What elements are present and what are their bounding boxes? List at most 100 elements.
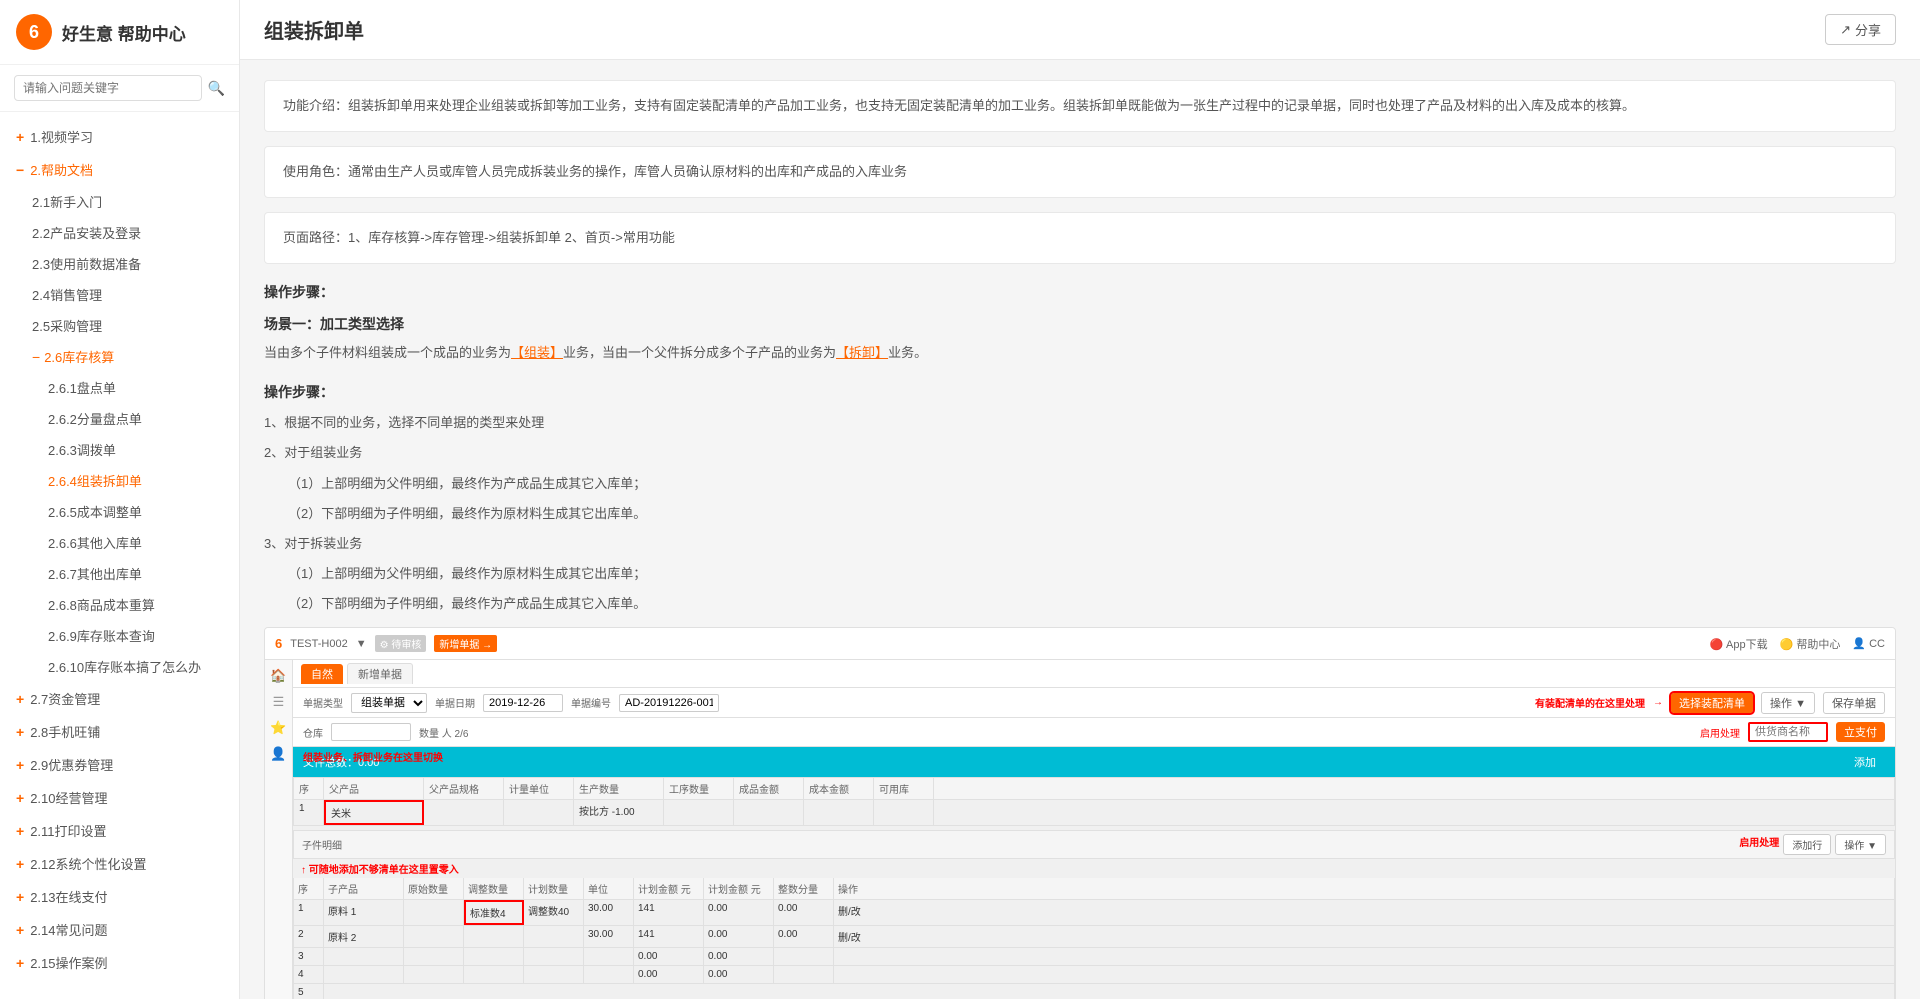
sidebar-item-264[interactable]: 2.6.4组装拆卸单 (0, 465, 239, 496)
search-input[interactable] (14, 75, 202, 101)
mock-new-doc-btn[interactable]: 新增单据 → (434, 635, 497, 652)
ops-title: 操作步骤： (264, 282, 1896, 302)
sidebar-item-262[interactable]: 2.6.2分量盘点单 (0, 403, 239, 434)
mock-cr3-seq: 3 (294, 948, 324, 965)
mock-parent-title: 父件总数：0.00 (303, 754, 379, 770)
annotation-enable2: 启用处理 (1739, 834, 1779, 855)
path-box: 页面路径：1、库存核算->库存管理->组装拆卸单 2、首页->常用功能 (264, 212, 1896, 264)
mock-col-parent: 父产品 (324, 778, 424, 799)
sidebar-item-docs[interactable]: − 2.帮助文档 (0, 153, 239, 186)
sidebar-item-video-label: 1.视频学习 (30, 127, 93, 146)
search-button[interactable]: 🔍 (208, 80, 225, 97)
mock-cc-product: 子产品 (324, 878, 404, 899)
step-3: 3、对于拆装业务 (264, 533, 1896, 555)
mock-supplier-input[interactable] (1748, 722, 1828, 742)
mock-child-ops-btn[interactable]: 操作 ▼ (1835, 834, 1886, 855)
mock-start-btn[interactable]: 立支付 (1836, 722, 1885, 742)
sidebar-item-268[interactable]: 2.6.8商品成本重算 (0, 589, 239, 620)
mock-child-title: 子件明细 (302, 837, 342, 852)
mock-warehouse-label: 仓库 (303, 725, 323, 740)
sidebar-item-case[interactable]: + 2.15操作案例 (0, 946, 239, 979)
mock-more-btn[interactable]: 操作 ▼ (1761, 692, 1815, 714)
page-title: 组装拆卸单 (264, 15, 364, 44)
sidebar-item-sales[interactable]: 2.4销售管理 (0, 279, 239, 310)
sidebar-item-263[interactable]: 2.6.3调拨单 (0, 434, 239, 465)
mock-icon-star: ⭐ (270, 720, 286, 736)
sidebar-item-install[interactable]: 2.2产品安装及登录 (0, 217, 239, 248)
sidebar-item-2610[interactable]: 2.6.10库存账本搞了怎么办 (0, 651, 239, 682)
mock-row-product: 关米 (324, 800, 424, 825)
mock-row-prod-amt (734, 800, 804, 825)
sidebar-item-finance[interactable]: + 2.7资金管理 (0, 682, 239, 715)
sidebar-item-ops[interactable]: + 2.10经营管理 (0, 781, 239, 814)
mock-cr2-adj-qty (464, 926, 524, 947)
link-assembly[interactable]: 【组装】 (511, 345, 563, 360)
mock-nav-apps: 🔴 App下载 (1710, 636, 1768, 652)
mock-cr1-ops: 删/改 (834, 900, 884, 925)
sidebar-item-print[interactable]: + 2.11打印设置 (0, 814, 239, 847)
nav-list: + 1.视频学习 − 2.帮助文档 2.1新手入门 2.2产品安装及登录 2.3… (0, 112, 239, 999)
mock-docno-input[interactable] (619, 694, 719, 712)
mock-row-prod-qty: 按比方 -1.00 (574, 800, 664, 825)
mock-add-parent-btn[interactable]: 添加 (1845, 751, 1885, 773)
sidebar-item-purchase[interactable]: 2.5采购管理 (0, 310, 239, 341)
mock-col-unit: 计量单位 (504, 778, 574, 799)
minus-icon-docs: − (16, 162, 24, 178)
sidebar-item-data[interactable]: 2.3使用前数据准备 (0, 248, 239, 279)
mock-cr2-plan-qty (524, 926, 584, 947)
logo-icon: 6 (16, 14, 52, 50)
mock-warehouse-input[interactable] (331, 723, 411, 741)
link-disassembly[interactable]: 【拆卸】 (836, 345, 888, 360)
annotation-enable: 启用处理 (1700, 725, 1740, 740)
sidebar-item-mobile[interactable]: + 2.8手机旺铺 (0, 715, 239, 748)
role-box: 使用角色：通常由生产人员或库管人员完成拆装业务的操作，库管人员确认原材料的出库和… (264, 146, 1896, 198)
mock-tab-active[interactable]: 自然 (301, 664, 343, 684)
mock-qty-label: 数量 人 2/6 (419, 725, 468, 740)
mock-doctype-select[interactable]: 组装单据 拆卸单据 (351, 693, 427, 713)
sidebar-item-261[interactable]: 2.6.1盘点单 (0, 372, 239, 403)
mock-child-row2: 2 原料 2 30.00 141 0.00 0.00 删/改 (293, 926, 1895, 948)
mock-save-btn[interactable]: 保存单据 (1823, 692, 1885, 714)
mock-row-cost-amt (804, 800, 874, 825)
sidebar-item-inventory[interactable]: − 2.6库存核算 (0, 341, 239, 372)
mock-cr2-plan-amt2: 0.00 (704, 926, 774, 947)
sidebar-item-newbie[interactable]: 2.1新手入门 (0, 186, 239, 217)
sidebar-item-video[interactable]: + 1.视频学习 (0, 120, 239, 153)
sidebar-item-custom[interactable]: + 2.12系统个性化设置 (0, 847, 239, 880)
sidebar-item-pay[interactable]: + 2.13在线支付 (0, 880, 239, 913)
sidebar-item-faq[interactable]: + 2.14常见问题 (0, 913, 239, 946)
logo-text: 好生意 帮助中心 (62, 20, 186, 45)
mock-date-input[interactable] (483, 694, 563, 712)
mock-app-dropdown: ▼ (356, 638, 367, 650)
mock-cc-plan-amt1: 计划金额 元 (634, 878, 704, 899)
mock-left-sidebar: 🏠 ☰ ⭐ 👤 (265, 660, 293, 999)
sidebar-item-265[interactable]: 2.6.5成本调整单 (0, 496, 239, 527)
plus-icon-video: + (16, 129, 24, 145)
mock-top-nav: 🔴 App下载 🟡 帮助中心 👤 CC (1710, 636, 1885, 652)
mock-cr1-int-frac: 0.00 (774, 900, 834, 925)
mock-bom-btn[interactable]: 选择装配清单 (1671, 693, 1753, 713)
step-list: 1、根据不同的业务，选择不同单据的类型来处理 2、对于组装业务 （1）上部明细为… (264, 412, 1896, 615)
scene1-desc: 当由多个子件材料组装成一个成品的业务为【组装】业务，当由一个父件拆分成多个子产品… (264, 342, 1896, 364)
intro-text: 功能介绍：组装拆卸单用来处理企业组装或拆卸等加工业务，支持有固定装配清单的产品加… (283, 98, 1635, 113)
mock-nav-help: 🟡 帮助中心 (1780, 636, 1841, 652)
sidebar-item-266[interactable]: 2.6.6其他入库单 (0, 527, 239, 558)
mock-logo: 6 (275, 636, 282, 651)
logo-area: 6 好生意 帮助中心 (0, 0, 239, 65)
mock-tab-new[interactable]: 新增单据 (347, 663, 413, 684)
mock-add-child-btn[interactable]: 添加行 (1783, 834, 1831, 855)
mock-child-row1: 1 原料 1 标准数4 调整数40 30.00 141 0.00 0.00 删/… (293, 900, 1895, 926)
sidebar-item-267[interactable]: 2.6.7其他出库单 (0, 558, 239, 589)
sidebar-item-coupon[interactable]: + 2.9优惠券管理 (0, 748, 239, 781)
mock-cc-int-frac: 整数分量 (774, 878, 834, 899)
mock-cr1-plan-qty: 调整数40 (524, 900, 584, 925)
sidebar-item-269[interactable]: 2.6.9库存账本查询 (0, 620, 239, 651)
share-button[interactable]: ↗ 分享 (1825, 14, 1896, 45)
step-2-2: （2）下部明细为子件明细，最终作为原材料生成其它出库单。 (288, 503, 1896, 525)
mock-cc-ops: 操作 (834, 878, 884, 899)
mock-row-proc-qty (664, 800, 734, 825)
mock-app-name: TEST-H002 (290, 638, 347, 650)
minus-icon-inventory: − (32, 349, 40, 365)
mock-cr2-product: 原料 2 (324, 926, 404, 947)
mock-cr1-unit: 30.00 (584, 900, 634, 925)
